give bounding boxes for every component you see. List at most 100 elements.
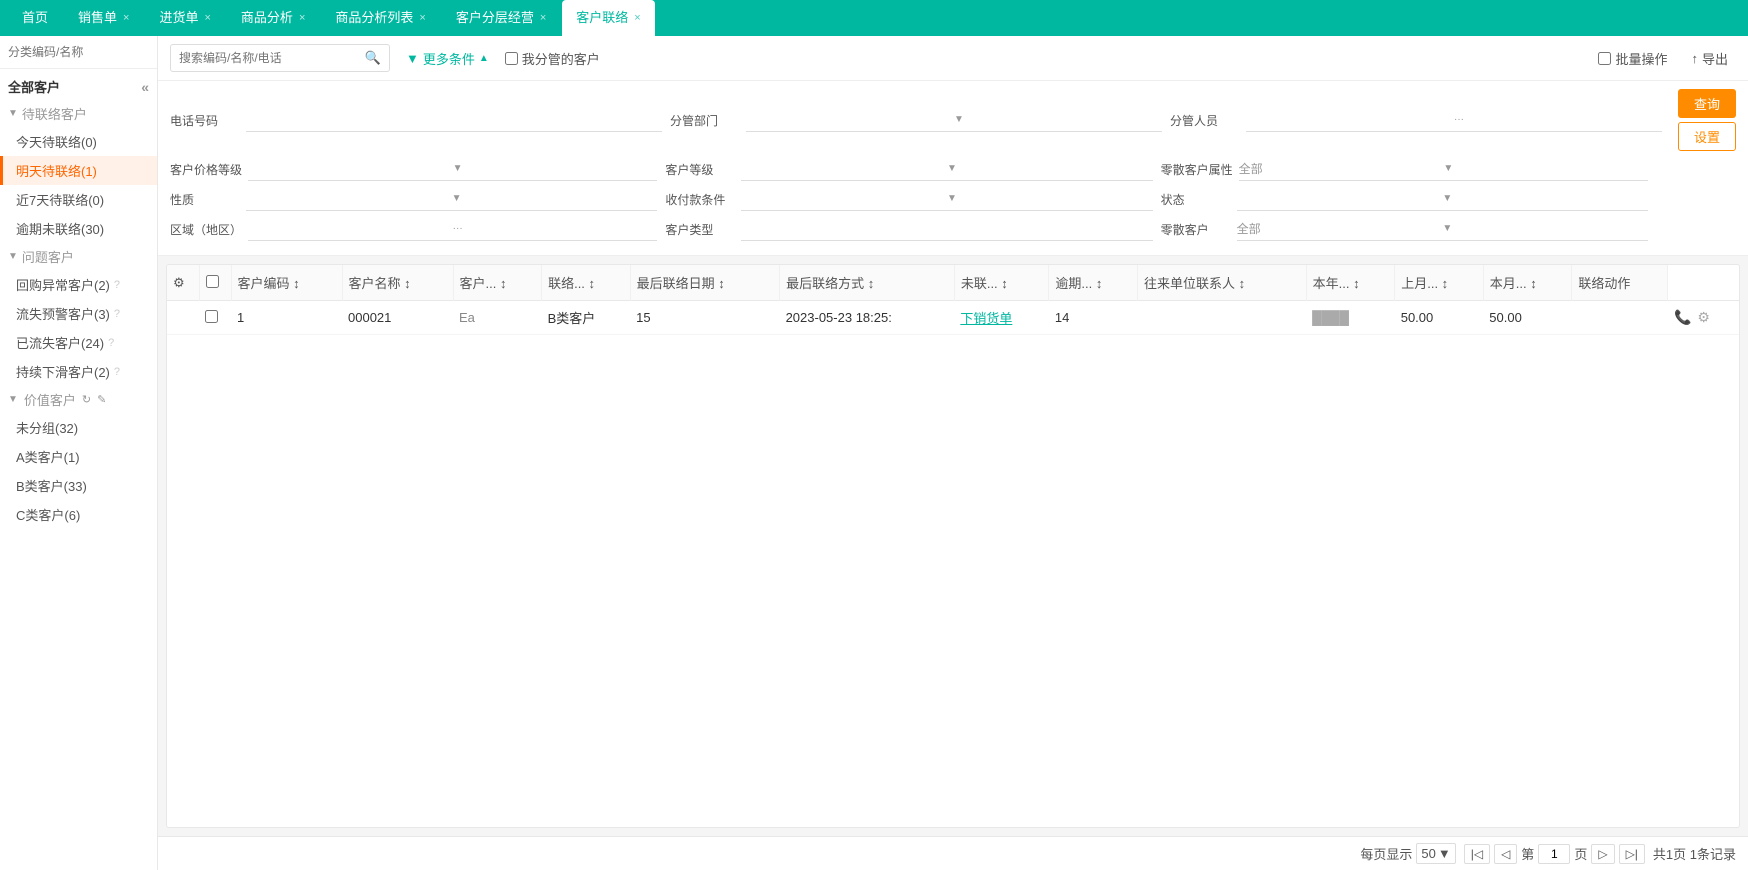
chevron-up-icon: ▲ bbox=[479, 53, 489, 64]
search-input[interactable] bbox=[179, 51, 361, 65]
sidebar-item-class-c[interactable]: C类客户(6) bbox=[0, 500, 157, 529]
phone-action-icon[interactable]: 📞 bbox=[1674, 309, 1691, 326]
col-name[interactable]: 客户名称 ↕ bbox=[342, 265, 453, 301]
sidebar-group-problem[interactable]: 问题客户 bbox=[0, 243, 157, 270]
filter-cell-payment: 收付款条件 ▼ bbox=[665, 187, 1152, 211]
sidebar-item-class-b[interactable]: B类客户(33) bbox=[0, 471, 157, 500]
price-level-select[interactable]: ▼ bbox=[248, 157, 657, 181]
filter-row-4: 区域（地区） ··· 客户类型 零散客户 全部 ▼ bbox=[170, 217, 1736, 241]
sidebar-item-ungrouped[interactable]: 未分组(32) bbox=[0, 413, 157, 442]
close-icon[interactable]: × bbox=[540, 0, 546, 36]
row-select-checkbox[interactable] bbox=[205, 310, 218, 323]
filter-cell-customer-level: 客户等级 ▼ bbox=[665, 157, 1152, 181]
nav-purchase[interactable]: 进货单 × bbox=[145, 0, 224, 36]
customer-level-select[interactable]: ▼ bbox=[741, 157, 1152, 181]
col-contact-person[interactable]: 往来单位联系人 ↕ bbox=[1138, 265, 1307, 301]
filter-cell-manager: 分管人员 ··· bbox=[1170, 108, 1662, 132]
retail-customer-select[interactable]: 全部 ▼ bbox=[1237, 217, 1648, 241]
last-page-btn[interactable]: ▷| bbox=[1619, 844, 1645, 864]
nav-product-analysis-list[interactable]: 商品分析列表 × bbox=[321, 0, 439, 36]
nature-select[interactable]: ▼ bbox=[246, 187, 657, 211]
refresh-icon[interactable]: ↻ bbox=[82, 393, 91, 406]
sidebar-group-value[interactable]: 价值客户 ↻ ✎ bbox=[0, 386, 157, 413]
col-gear[interactable]: ⚙ bbox=[167, 265, 199, 301]
sidebar-item-today[interactable]: 今天待联络(0) bbox=[0, 127, 157, 156]
prev-page-btn[interactable]: ◁ bbox=[1494, 844, 1517, 864]
filter-cell-phone: 电话号码 bbox=[170, 108, 662, 132]
region-select[interactable]: ··· bbox=[248, 217, 657, 241]
customer-type-select[interactable] bbox=[741, 217, 1152, 241]
per-page-dropdown[interactable]: 50 ▼ bbox=[1416, 843, 1455, 864]
col-code[interactable]: 客户编码 ↕ bbox=[231, 265, 342, 301]
export-btn[interactable]: ↑ 导出 bbox=[1683, 45, 1736, 72]
nav-sales[interactable]: 销售单 × bbox=[64, 0, 143, 36]
nav-customer-tier[interactable]: 客户分层经营 × bbox=[442, 0, 560, 36]
sidebar-item-declining[interactable]: 持续下滑客户(2) ? bbox=[0, 357, 157, 386]
sidebar-item-tomorrow[interactable]: 明天待联络(1) bbox=[0, 156, 157, 185]
sidebar-group-pending[interactable]: 待联络客户 bbox=[0, 100, 157, 127]
select-all-checkbox[interactable] bbox=[206, 275, 219, 288]
row-name: Ea bbox=[453, 301, 542, 335]
retail-attr-select[interactable]: 全部 ▼ bbox=[1239, 157, 1648, 181]
batch-check[interactable] bbox=[1598, 52, 1611, 65]
query-btn[interactable]: 查询 bbox=[1678, 89, 1736, 118]
my-customers-check[interactable] bbox=[505, 52, 518, 65]
nav-customer-contact[interactable]: 客户联络 × bbox=[562, 0, 654, 36]
my-customers-checkbox[interactable]: 我分管的客户 bbox=[505, 49, 600, 68]
close-icon[interactable]: × bbox=[419, 0, 425, 36]
set-btn[interactable]: 设置 bbox=[1678, 122, 1736, 151]
collapse-icon[interactable]: « bbox=[141, 79, 149, 95]
close-icon[interactable]: × bbox=[123, 0, 129, 36]
col-this-year[interactable]: 本年... ↕ bbox=[1306, 265, 1395, 301]
sidebar-item-class-a[interactable]: A类客户(1) bbox=[0, 442, 157, 471]
chevron-down-icon: ▼ bbox=[1442, 223, 1648, 234]
sidebar-item-abnormal-repurchase[interactable]: 回购异常客户(2) ? bbox=[0, 270, 157, 299]
per-page-selector: 每页显示 50 ▼ bbox=[1360, 843, 1455, 864]
col-last-contact-date[interactable]: 最后联络日期 ↕ bbox=[630, 265, 779, 301]
search-input-wrap[interactable]: 🔍 bbox=[170, 44, 390, 72]
col-not-contacted[interactable]: 未联... ↕ bbox=[954, 265, 1049, 301]
nav-product-analysis[interactable]: 商品分析 × bbox=[227, 0, 319, 36]
row-last-contact-method[interactable]: 下销货单 bbox=[954, 301, 1049, 335]
more-icon: ··· bbox=[453, 223, 658, 234]
col-overdue[interactable]: 逾期... ↕ bbox=[1049, 265, 1138, 301]
page-input[interactable] bbox=[1538, 844, 1570, 864]
batch-operation-btn[interactable]: 批量操作 bbox=[1590, 45, 1675, 72]
col-last-month[interactable]: 上月... ↕ bbox=[1395, 265, 1484, 301]
sidebar-item-churned[interactable]: 已流失客户(24) ? bbox=[0, 328, 157, 357]
sidebar-item-churn-warning[interactable]: 流失预警客户(3) ? bbox=[0, 299, 157, 328]
col-checkbox[interactable] bbox=[199, 265, 231, 301]
close-icon[interactable]: × bbox=[204, 0, 210, 36]
edit-icon[interactable]: ✎ bbox=[97, 393, 106, 406]
pagination: 每页显示 50 ▼ |◁ ◁ 第 页 ▷ ▷| 共1页 1条记录 bbox=[158, 836, 1748, 870]
table-row: 1 000021 Ea B类客户 15 2023-05-23 18:25: 下销… bbox=[167, 301, 1739, 335]
close-icon[interactable]: × bbox=[299, 0, 305, 36]
col-action: 联络动作 bbox=[1572, 265, 1668, 301]
col-this-month[interactable]: 本月... ↕ bbox=[1483, 265, 1572, 301]
filter-row-2: 客户价格等级 ▼ 客户等级 ▼ 零散客户属性 全部 bbox=[170, 157, 1736, 181]
search-icon[interactable]: 🔍 bbox=[365, 50, 381, 66]
next-page-btn[interactable]: ▷ bbox=[1591, 844, 1614, 864]
sidebar-search-input[interactable] bbox=[8, 45, 158, 59]
col-contact-count[interactable]: 联络... ↕ bbox=[542, 265, 631, 301]
first-page-btn[interactable]: |◁ bbox=[1464, 844, 1490, 864]
phone-input[interactable] bbox=[246, 108, 662, 132]
close-icon[interactable]: × bbox=[634, 0, 640, 36]
sidebar-item-7days[interactable]: 近7天待联络(0) bbox=[0, 185, 157, 214]
detail-action-icon[interactable]: ⚙ bbox=[1697, 309, 1710, 326]
manager-select[interactable]: ··· bbox=[1246, 108, 1662, 132]
col-last-contact-method[interactable]: 最后联络方式 ↕ bbox=[780, 265, 955, 301]
col-customer-type[interactable]: 客户... ↕ bbox=[453, 265, 542, 301]
chevron-down-icon: ▼ bbox=[1443, 163, 1648, 174]
sidebar: 🔍 全部客户 « 待联络客户 今天待联络(0) 明天待联络(1) 近7天待联络(… bbox=[0, 36, 158, 870]
nav-home[interactable]: 首页 bbox=[8, 0, 62, 36]
payment-select[interactable]: ▼ bbox=[741, 187, 1152, 211]
more-filter-btn[interactable]: ▼ 更多条件 ▲ bbox=[398, 45, 497, 72]
row-contact-person: ████ bbox=[1306, 301, 1395, 335]
status-select[interactable]: ▼ bbox=[1237, 187, 1648, 211]
sidebar-item-overdue[interactable]: 逾期未联络(30) bbox=[0, 214, 157, 243]
filter-cell-nature: 性质 ▼ bbox=[170, 187, 657, 211]
dept-select[interactable]: ▼ bbox=[746, 108, 1162, 132]
help-icon: ? bbox=[114, 279, 120, 291]
row-checkbox[interactable] bbox=[199, 301, 231, 335]
